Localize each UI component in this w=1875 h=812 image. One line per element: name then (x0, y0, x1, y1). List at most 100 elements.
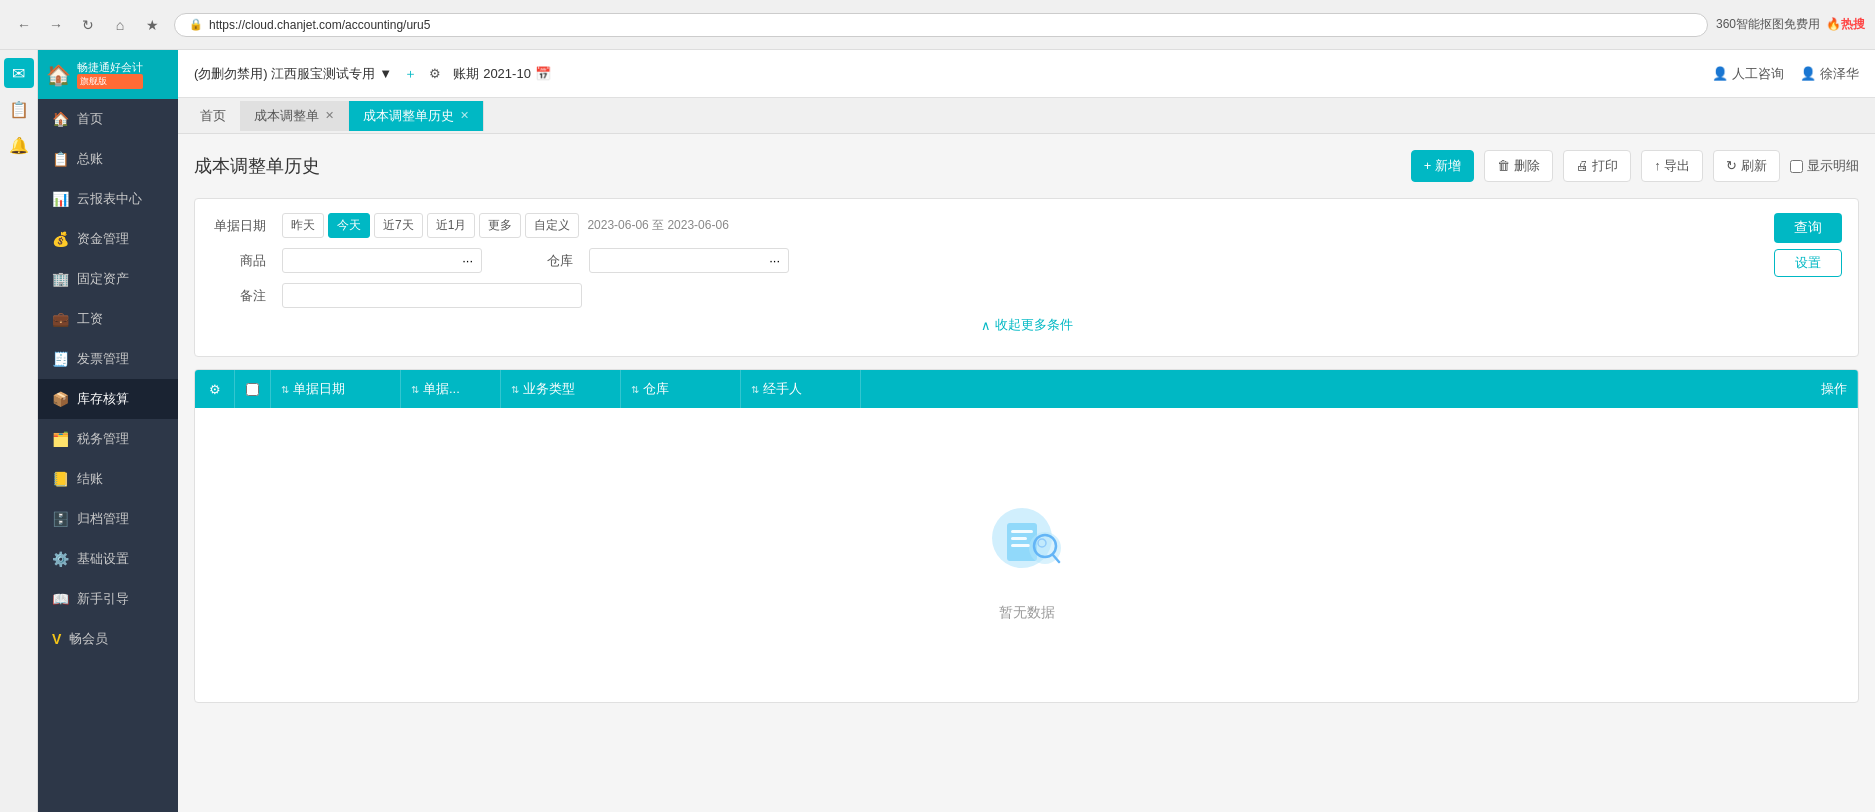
sidebar-item-home[interactable]: 🏠 首页 (38, 99, 178, 139)
sidebar-item-archive[interactable]: 🗄️ 归档管理 (38, 499, 178, 539)
th-date-label: 单据日期 (293, 380, 345, 398)
browser-chrome: ← → ↻ ⌂ ★ 🔒 https://cloud.chanjet.com/ac… (0, 0, 1875, 50)
sidebar-logo[interactable]: 🏠 畅捷通好会计 旗舰版 (38, 50, 178, 99)
collapse-button[interactable]: ∧ 收起更多条件 (981, 316, 1073, 334)
th-date[interactable]: ⇅ 单据日期 (271, 370, 401, 408)
url-bar[interactable]: 🔒 https://cloud.chanjet.com/accounting/u… (174, 13, 1708, 37)
browser-action-buttons: 360智能抠图免费用 🔥热搜 (1716, 16, 1865, 33)
settings-cog-icon[interactable]: ⚙ (429, 66, 441, 81)
icon-bar-item-2[interactable]: 📋 (4, 94, 34, 124)
company-selector[interactable]: (勿删勿禁用) 江西服宝测试专用 ▼ (194, 65, 392, 83)
sidebar-item-assets[interactable]: 🏢 固定资产 (38, 259, 178, 299)
show-detail-checkbox[interactable] (1790, 160, 1803, 173)
refresh-button[interactable]: ↻ (74, 11, 102, 39)
sidebar-item-funds[interactable]: 💰 资金管理 (38, 219, 178, 259)
goods-label: 商品 (211, 252, 266, 270)
goods-selector[interactable]: ··· (282, 248, 482, 273)
browser-nav-buttons: ← → ↻ ⌂ ★ (10, 11, 166, 39)
th-doc[interactable]: ⇅ 单据... (401, 370, 501, 408)
date-btn-7days[interactable]: 近7天 (374, 213, 423, 238)
home-button[interactable]: ⌂ (106, 11, 134, 39)
tab-home[interactable]: 首页 (186, 101, 240, 131)
sidebar-item-vip[interactable]: V 畅会员 (38, 619, 178, 659)
forward-button[interactable]: → (42, 11, 70, 39)
warehouse-dots: ··· (769, 253, 780, 268)
add-button[interactable]: + 新增 (1411, 150, 1474, 182)
export-button[interactable]: ↑ 导出 (1641, 150, 1703, 182)
sidebar-item-salary[interactable]: 💼 工资 (38, 299, 178, 339)
sidebar-label-inventory: 库存核算 (77, 390, 129, 408)
filter-setting-button[interactable]: 设置 (1774, 249, 1842, 277)
sidebar-item-checkout[interactable]: 📒 结账 (38, 459, 178, 499)
date-btn-yesterday[interactable]: 昨天 (282, 213, 324, 238)
th-biz[interactable]: ⇅ 业务类型 (501, 370, 621, 408)
th-warehouse[interactable]: ⇅ 仓库 (621, 370, 741, 408)
sort-up-icon-biz: ⇅ (511, 384, 519, 395)
sidebar-label-invoice: 发票管理 (77, 350, 129, 368)
vip-icon: V (52, 631, 61, 647)
user-service[interactable]: 👤 人工咨询 (1712, 65, 1784, 83)
date-label: 单据日期 (211, 217, 266, 235)
delete-button[interactable]: 🗑 删除 (1484, 150, 1553, 182)
query-button[interactable]: 查询 (1774, 213, 1842, 243)
sidebar-item-settings[interactable]: ⚙️ 基础设置 (38, 539, 178, 579)
collapse-arrow-icon: ∧ (981, 318, 991, 333)
table-select-all-checkbox[interactable] (246, 383, 259, 396)
sidebar-item-invoice[interactable]: 🧾 发票管理 (38, 339, 178, 379)
sidebar-item-inventory[interactable]: 📦 库存核算 (38, 379, 178, 419)
hot-label: 🔥热搜 (1826, 16, 1865, 33)
app-container: ✉ 📋 🔔 🏠 畅捷通好会计 旗舰版 🏠 首页 📋 总账 📊 云报表中心 (0, 50, 1875, 812)
sidebar-label-salary: 工资 (77, 310, 103, 328)
date-btn-1month[interactable]: 近1月 (427, 213, 476, 238)
left-icon-bar: ✉ 📋 🔔 (0, 50, 38, 812)
add-company-btn[interactable]: ＋ (404, 65, 417, 83)
sidebar-item-reports[interactable]: 📊 云报表中心 (38, 179, 178, 219)
sidebar-label-settings: 基础设置 (77, 550, 129, 568)
company-name: (勿删勿禁用) 江西服宝测试专用 (194, 65, 375, 83)
tab-cost-adjust[interactable]: 成本调整单 ✕ (240, 101, 349, 131)
user-name[interactable]: 👤 徐泽华 (1800, 65, 1859, 83)
icon-bar-item-1[interactable]: ✉ (4, 58, 34, 88)
funds-icon: 💰 (52, 231, 69, 247)
th-warehouse-label: 仓库 (643, 380, 669, 398)
show-detail-label[interactable]: 显示明细 (1790, 157, 1859, 175)
page-content: 成本调整单历史 + 新增 🗑 删除 🖨 打印 ↑ 导出 ↻ 刷新 显示明细 (178, 134, 1875, 812)
checkout-icon: 📒 (52, 471, 69, 487)
date-btn-today[interactable]: 今天 (328, 213, 370, 238)
star-button[interactable]: ★ (138, 11, 166, 39)
calendar-icon[interactable]: 📅 (535, 66, 551, 81)
empty-state-icon (977, 488, 1077, 588)
sort-up-icon-handler: ⇅ (751, 384, 759, 395)
period-label: 账期 (453, 65, 479, 83)
th-handler[interactable]: ⇅ 经手人 (741, 370, 861, 408)
filter-section: 单据日期 昨天 今天 近7天 近1月 更多 自定义 2023-06-06 至 2… (194, 198, 1859, 357)
table-container: ⚙ ⇅ 单据日期 ⇅ 单据... ⇅ 业务类型 (194, 369, 1859, 703)
sidebar-item-tax[interactable]: 🗂️ 税务管理 (38, 419, 178, 459)
date-btn-more[interactable]: 更多 (479, 213, 521, 238)
tab-cost-adjust-history-close[interactable]: ✕ (460, 109, 469, 122)
table-settings-icon: ⚙ (209, 382, 221, 397)
refresh-button[interactable]: ↻ 刷新 (1713, 150, 1780, 182)
remark-input[interactable] (282, 283, 582, 308)
icon-bar-item-3[interactable]: 🔔 (4, 130, 34, 160)
warehouse-selector[interactable]: ··· (589, 248, 789, 273)
th-checkbox[interactable] (235, 370, 271, 408)
collapse-label: 收起更多条件 (995, 316, 1073, 334)
date-btn-custom[interactable]: 自定义 (525, 213, 579, 238)
back-button[interactable]: ← (10, 11, 38, 39)
home-icon: 🏠 (52, 111, 69, 127)
tab-cost-adjust-close[interactable]: ✕ (325, 109, 334, 122)
th-settings[interactable]: ⚙ (195, 370, 235, 408)
filter-right-actions: 查询 设置 (1754, 213, 1842, 277)
period-info: 账期 2021-10 📅 (453, 65, 551, 83)
top-bar-right: 👤 人工咨询 👤 徐泽华 (1712, 65, 1859, 83)
sidebar-item-ledger[interactable]: 📋 总账 (38, 139, 178, 179)
sidebar-label-home: 首页 (77, 110, 103, 128)
th-actions-label: 操作 (1821, 380, 1847, 398)
th-doc-label: 单据... (423, 380, 460, 398)
tab-cost-adjust-history[interactable]: 成本调整单历史 ✕ (349, 101, 484, 131)
date-quick-buttons: 昨天 今天 近7天 近1月 更多 自定义 2023-06-06 至 2023-0… (282, 213, 729, 238)
sidebar-item-guide[interactable]: 📖 新手引导 (38, 579, 178, 619)
lock-icon: 🔒 (189, 18, 203, 31)
print-button[interactable]: 🖨 打印 (1563, 150, 1632, 182)
